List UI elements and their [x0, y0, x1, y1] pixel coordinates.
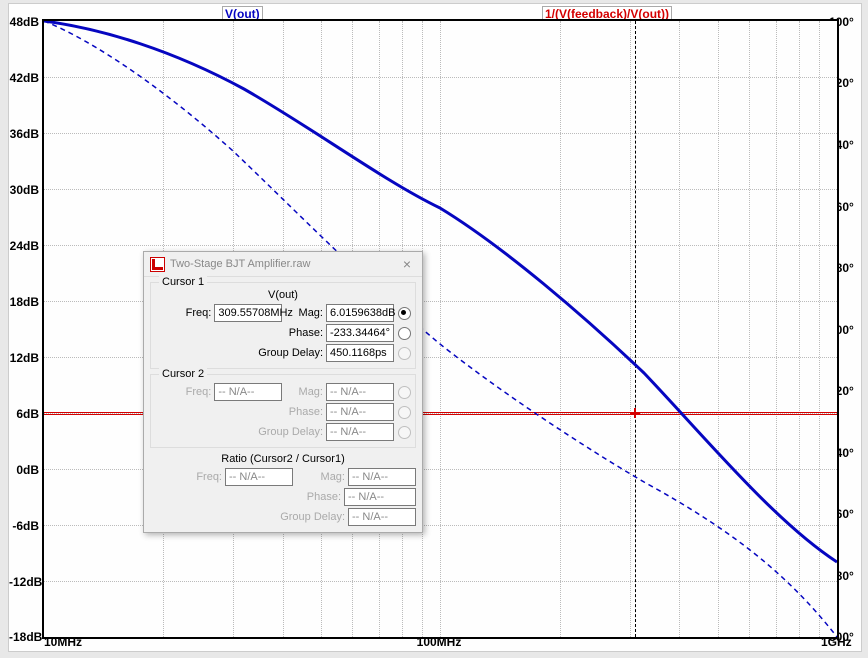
- ratio-gd-field: -- N/A--: [348, 508, 416, 526]
- grid-v: [560, 21, 561, 637]
- cursor1-mag-field[interactable]: 6.0159638dB: [326, 304, 394, 322]
- gd-radio[interactable]: [398, 347, 411, 360]
- y-left-tick: 24dB: [9, 239, 39, 253]
- ratio-phase-field: -- N/A--: [344, 488, 416, 506]
- grid-v: [718, 21, 719, 637]
- y-left-tick: 30dB: [9, 183, 39, 197]
- cursor2-title: Cursor 2: [159, 368, 207, 380]
- cursor2-freq-field: -- N/A--: [214, 383, 282, 401]
- grid-v: [749, 21, 750, 637]
- y-left-tick: 36dB: [9, 127, 39, 141]
- grid-v: [630, 21, 631, 637]
- y-left-tick: -12dB: [9, 575, 39, 589]
- cursor1-group: Cursor 1 V(out) Freq: 309.55708MHz Mag: …: [150, 282, 416, 369]
- y-left-tick: 6dB: [9, 407, 39, 421]
- dialog-title: Two-Stage BJT Amplifier.raw: [170, 258, 398, 270]
- close-icon[interactable]: ×: [398, 256, 416, 272]
- grid-v: [819, 21, 820, 637]
- cursor-dialog[interactable]: Two-Stage BJT Amplifier.raw × Cursor 1 V…: [143, 251, 423, 533]
- y-left-tick: 12dB: [9, 351, 39, 365]
- grid-v: [440, 21, 441, 637]
- mag-label: Mag:: [282, 307, 326, 319]
- gd-label: Group Delay:: [251, 426, 326, 438]
- cursor2-phase-field: -- N/A--: [326, 403, 394, 421]
- cursor2-mag-field: -- N/A--: [326, 383, 394, 401]
- cursor1-trace: V(out): [155, 289, 411, 301]
- freq-label: Freq:: [155, 307, 214, 319]
- grid-v: [799, 21, 800, 637]
- cursor-cross-icon: [630, 408, 640, 418]
- ratio-freq-field: -- N/A--: [225, 468, 293, 486]
- ratio-group: Ratio (Cursor2 / Cursor1) Freq: -- N/A--…: [150, 453, 416, 526]
- grid-v: [776, 21, 777, 637]
- y-left-tick: 18dB: [9, 295, 39, 309]
- grid-v: [679, 21, 680, 637]
- mag-radio[interactable]: [398, 307, 411, 320]
- chart-frame: V(out) 1/(V(feedback)/V(out)) 48dB 42dB …: [8, 3, 862, 652]
- cursor-line[interactable]: [635, 21, 636, 637]
- gd-label: Group Delay:: [273, 511, 348, 523]
- dialog-titlebar[interactable]: Two-Stage BJT Amplifier.raw ×: [144, 252, 422, 277]
- phase-label: Phase:: [271, 406, 326, 418]
- cursor1-phase-field[interactable]: -233.34464°: [326, 324, 394, 342]
- ratio-mag-field: -- N/A--: [348, 468, 416, 486]
- mag-label: Mag:: [293, 471, 348, 483]
- freq-label: Freq:: [155, 386, 214, 398]
- cursor2-gd-field: -- N/A--: [326, 423, 394, 441]
- phase-radio[interactable]: [398, 327, 411, 340]
- cursor1-freq-field[interactable]: 309.55708MHz: [214, 304, 282, 322]
- y-left-tick: 42dB: [9, 71, 39, 85]
- cursor1-title: Cursor 1: [159, 276, 207, 288]
- y-left-tick: -6dB: [9, 519, 39, 533]
- mag-label: Mag:: [282, 386, 326, 398]
- lt-logo-icon: [150, 257, 165, 272]
- phase-radio2: [398, 406, 411, 419]
- freq-label: Freq:: [150, 471, 225, 483]
- gd-radio2: [398, 426, 411, 439]
- phase-label: Phase:: [289, 491, 344, 503]
- mag-radio2: [398, 386, 411, 399]
- cursor1-gd-field[interactable]: 450.1168ps: [326, 344, 394, 362]
- y-left-tick: 48dB: [9, 15, 39, 29]
- cursor2-group: Cursor 2 Freq: -- N/A-- Mag: -- N/A-- Ph…: [150, 374, 416, 448]
- gd-label: Group Delay:: [251, 347, 326, 359]
- phase-label: Phase:: [271, 327, 326, 339]
- y-left-tick: 0dB: [9, 463, 39, 477]
- y-left-tick: -18dB: [9, 630, 39, 644]
- ratio-title: Ratio (Cursor2 / Cursor1): [150, 453, 416, 465]
